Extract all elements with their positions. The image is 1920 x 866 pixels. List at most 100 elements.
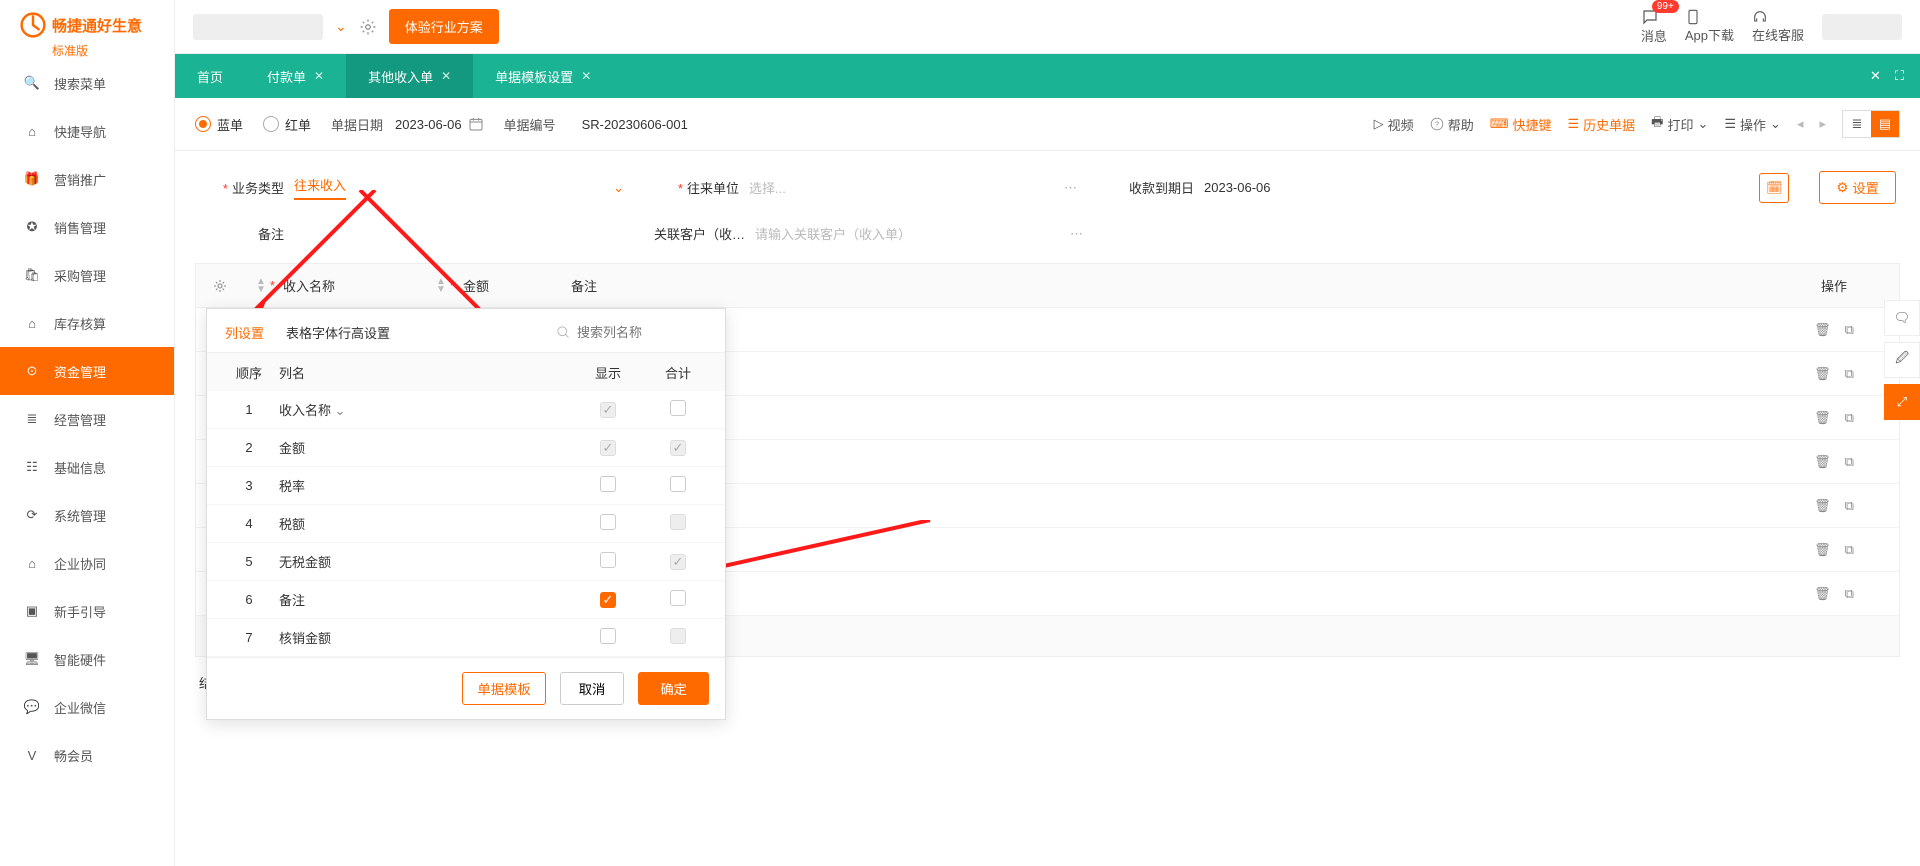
- copy-icon[interactable]: ⧉: [1845, 322, 1854, 338]
- close-icon[interactable]: ✕: [441, 69, 451, 83]
- sidebar-item-0[interactable]: 🔍搜索菜单: [0, 59, 174, 107]
- customer-service-button[interactable]: 在线客服: [1752, 9, 1804, 44]
- sidebar-item-10[interactable]: ⌂企业协同: [0, 539, 174, 587]
- company-selector[interactable]: [193, 14, 323, 40]
- gear-icon: [212, 278, 228, 294]
- popover-row: 5无税金额✓: [207, 543, 725, 581]
- sidebar-item-14[interactable]: V畅会员: [0, 731, 174, 779]
- tab-1[interactable]: 付款单✕: [245, 54, 346, 98]
- next-icon[interactable]: ▸: [1819, 116, 1826, 132]
- sidebar-icon: ⌂: [22, 313, 42, 333]
- sidebar-item-7[interactable]: ≣经营管理: [0, 395, 174, 443]
- delete-icon[interactable]: 🗑: [1814, 542, 1831, 558]
- view-card-icon[interactable]: ▤: [1871, 111, 1899, 137]
- close-icon[interactable]: ✕: [581, 69, 591, 83]
- sidebar-item-13[interactable]: 💬企业微信: [0, 683, 174, 731]
- column-settings-button[interactable]: [196, 278, 244, 294]
- doc-date-value[interactable]: 2023-06-06: [395, 117, 462, 132]
- calendar-button[interactable]: 🗓: [1759, 173, 1789, 203]
- doc-template-button[interactable]: 单据模板: [462, 672, 545, 705]
- tab-3[interactable]: 单据模板设置✕: [473, 54, 613, 98]
- popover-tab-font[interactable]: 表格字体行高设置: [286, 323, 390, 342]
- rel-customer-label: 关联客户（收…: [654, 224, 745, 243]
- tab-0[interactable]: 首页: [175, 54, 245, 98]
- copy-icon[interactable]: ⧉: [1845, 498, 1854, 514]
- copy-icon[interactable]: ⧉: [1845, 586, 1854, 602]
- view-toggle[interactable]: ≣ ▤: [1842, 110, 1900, 138]
- delete-icon[interactable]: 🗑: [1814, 498, 1831, 514]
- prev-icon[interactable]: ◂: [1797, 116, 1804, 132]
- chevron-down-icon[interactable]: ⌄: [335, 403, 346, 418]
- copy-icon[interactable]: ⧉: [1845, 410, 1854, 426]
- page-tabs: 首页付款单✕其他收入单✕单据模板设置✕ ✕ ⛶: [175, 54, 1920, 98]
- calendar-icon[interactable]: [468, 116, 484, 132]
- popover-row: 3税率: [207, 467, 725, 505]
- partner-select[interactable]: 选择... ⋯: [749, 178, 1079, 197]
- close-icon[interactable]: ✕: [314, 69, 324, 83]
- popover-search-input[interactable]: [577, 325, 707, 340]
- user-avatar[interactable]: [1822, 14, 1902, 40]
- fullscreen-icon[interactable]: ⛶: [1895, 68, 1904, 84]
- delete-icon[interactable]: 🗑: [1814, 586, 1831, 602]
- print-button[interactable]: 🖶 打印 ⌄: [1651, 113, 1708, 135]
- doc-no-value: SR-20230606-001: [582, 117, 688, 132]
- view-list-icon[interactable]: ≣: [1843, 111, 1871, 137]
- copy-icon[interactable]: ⧉: [1845, 542, 1854, 558]
- col-remark[interactable]: 备注: [559, 276, 1769, 295]
- sidebar-icon: ☷: [22, 457, 42, 477]
- cancel-button[interactable]: 取消: [560, 672, 625, 705]
- blue-doc-radio[interactable]: 蓝单: [195, 115, 243, 134]
- sidebar-item-4[interactable]: 🛍采购管理: [0, 251, 174, 299]
- sidebar-item-6[interactable]: ⊙资金管理: [0, 347, 174, 395]
- sidebar-item-2[interactable]: 🎁营销推广: [0, 155, 174, 203]
- messages-button[interactable]: 消息 99+: [1641, 8, 1667, 45]
- sidebar-item-8[interactable]: ☷基础信息: [0, 443, 174, 491]
- ops-button[interactable]: ☰ 操作 ⌄: [1724, 115, 1781, 134]
- doc-toolbar: 蓝单 红单 单据日期 2023-06-06 单据编号 SR-20230606-0…: [175, 98, 1920, 151]
- copy-icon[interactable]: ⧉: [1845, 454, 1854, 470]
- col-income-name[interactable]: ▲▼*收入名称: [244, 276, 424, 295]
- popover-tab-columns[interactable]: 列设置: [225, 323, 264, 342]
- help-button[interactable]: ?帮助: [1430, 115, 1474, 134]
- col-ops: 操作: [1769, 276, 1899, 295]
- copy-icon[interactable]: ⧉: [1845, 366, 1854, 382]
- history-button[interactable]: ☰ 历史单据: [1567, 115, 1635, 134]
- sidebar-icon: 🛍: [22, 265, 42, 285]
- sidebar-item-9[interactable]: ⟳系统管理: [0, 491, 174, 539]
- gear-icon[interactable]: [359, 18, 377, 36]
- rail-attach-icon[interactable]: 🖉: [1884, 342, 1920, 378]
- phone-icon: [1685, 9, 1701, 25]
- sidebar: 畅捷通好生意 标准版 🔍搜索菜单⌂快捷导航🎁营销推广✪销售管理🛍采购管理⌂库存核…: [0, 0, 175, 866]
- delete-icon[interactable]: 🗑: [1814, 454, 1831, 470]
- delete-icon[interactable]: 🗑: [1814, 410, 1831, 426]
- col-amount[interactable]: ▲▼*金额: [424, 276, 559, 295]
- sidebar-icon: ⌂: [22, 553, 42, 573]
- shortcut-button[interactable]: ⌨ 快捷键: [1490, 115, 1552, 134]
- settings-button[interactable]: ⚙ 设置: [1819, 171, 1896, 204]
- sidebar-item-11[interactable]: ▣新手引导: [0, 587, 174, 635]
- sidebar-item-12[interactable]: 🖥智能硬件: [0, 635, 174, 683]
- popover-row: 6备注✓: [207, 581, 725, 619]
- tab-2[interactable]: 其他收入单✕: [346, 54, 473, 98]
- sidebar-icon: 💬: [22, 697, 42, 717]
- video-button[interactable]: ▷ 视频: [1374, 115, 1414, 134]
- sidebar-item-3[interactable]: ✪销售管理: [0, 203, 174, 251]
- delete-icon[interactable]: 🗑: [1814, 366, 1831, 382]
- rail-note-icon[interactable]: 🗨: [1884, 300, 1920, 336]
- rail-expand-icon[interactable]: ⤢: [1884, 384, 1920, 420]
- due-date-value[interactable]: 2023-06-06: [1204, 180, 1271, 195]
- sidebar-item-5[interactable]: ⌂库存核算: [0, 299, 174, 347]
- biz-type-select[interactable]: 往来收入 ⌄: [294, 175, 624, 200]
- rel-customer-input[interactable]: 请输入关联客户（收入单） ⋯: [755, 224, 1085, 243]
- delete-icon[interactable]: 🗑: [1814, 322, 1831, 338]
- pop-col-show: 显示: [573, 363, 643, 382]
- chevron-down-icon[interactable]: ⌄: [335, 18, 347, 35]
- sum-checkbox: ✓: [643, 554, 713, 570]
- app-download-button[interactable]: App下载: [1685, 9, 1734, 44]
- confirm-button[interactable]: 确定: [638, 672, 709, 705]
- close-tab-icon[interactable]: ✕: [1870, 68, 1881, 84]
- sidebar-item-1[interactable]: ⌂快捷导航: [0, 107, 174, 155]
- sidebar-icon: ≣: [22, 409, 42, 429]
- red-doc-radio[interactable]: 红单: [263, 115, 311, 134]
- try-industry-button[interactable]: 体验行业方案: [389, 9, 499, 44]
